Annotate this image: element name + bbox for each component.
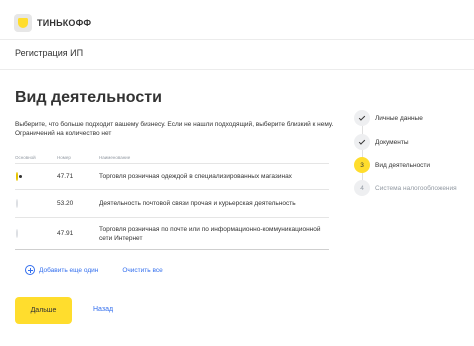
step-activity[interactable]: 3 Вид деятельности [354, 157, 430, 173]
step-personal-data[interactable]: Личные данные [354, 110, 423, 126]
step-taxation[interactable]: 4 Система налогообложения [354, 180, 457, 196]
page-title: Вид деятельности [15, 89, 162, 106]
header-name: Наименование [99, 155, 131, 160]
table-header: Основной Номер Наименование [15, 152, 329, 164]
step-circle-pending: 4 [354, 180, 370, 196]
activity-name: Торговля розничная одеждой в специализир… [99, 173, 292, 180]
activity-name: Деятельность почтовой связи прочая и кур… [99, 200, 296, 207]
step-circle-done [354, 110, 370, 126]
main-activity-radio[interactable] [16, 229, 18, 238]
main-activity-radio[interactable] [16, 172, 18, 181]
activity-code: 47.91 [57, 230, 74, 237]
tinkoff-logo[interactable]: ТИНЬКОФФ [14, 14, 91, 32]
check-icon [358, 114, 366, 121]
main-activity-radio[interactable] [16, 199, 18, 208]
table-row[interactable]: 47.91 Торговля розничная по почте или по… [15, 218, 329, 250]
step-label: Личные данные [375, 114, 423, 122]
next-button[interactable]: Дальше [15, 297, 72, 324]
add-activity-label: Добавить еще один [39, 266, 99, 274]
activity-table: Основной Номер Наименование 47.71 Торгов… [15, 152, 329, 250]
check-icon [358, 138, 366, 145]
add-activity-link[interactable]: Добавить еще один [25, 265, 98, 275]
clear-all-link[interactable]: Очистить все [122, 267, 162, 274]
header-choice: Основной [15, 155, 36, 160]
header-code: Номер [57, 155, 71, 160]
table-row[interactable]: 53.20 Деятельность почтовой связи прочая… [15, 190, 329, 218]
step-circle-active: 3 [354, 157, 370, 173]
activity-name: Торговля розничная по почте или по инфор… [99, 225, 321, 242]
shield-logo-icon [14, 14, 32, 32]
page-description: Выберите, что больше подходит вашему биз… [15, 121, 334, 137]
step-label: Вид деятельности [375, 161, 431, 169]
back-link[interactable]: Назад [93, 306, 113, 313]
table-row[interactable]: 47.71 Торговля розничная одеждой в специ… [15, 164, 329, 190]
step-circle-done [354, 134, 370, 150]
step-documents[interactable]: Документы [354, 134, 409, 150]
table-actions: Добавить еще один Очистить все [25, 265, 163, 275]
logo-text: ТИНЬКОФФ [37, 18, 92, 28]
step-label: Документы [375, 138, 409, 146]
step-label: Система налогообложения [375, 184, 457, 192]
top-bar: ТИНЬКОФФ [0, 0, 474, 40]
stepper-line [362, 120, 363, 186]
section-title: Регистрация ИП [15, 48, 84, 58]
activity-code: 47.71 [57, 173, 74, 180]
activity-code: 53.20 [57, 200, 74, 207]
sub-header: Регистрация ИП [0, 40, 474, 70]
plus-circle-icon [25, 265, 35, 275]
